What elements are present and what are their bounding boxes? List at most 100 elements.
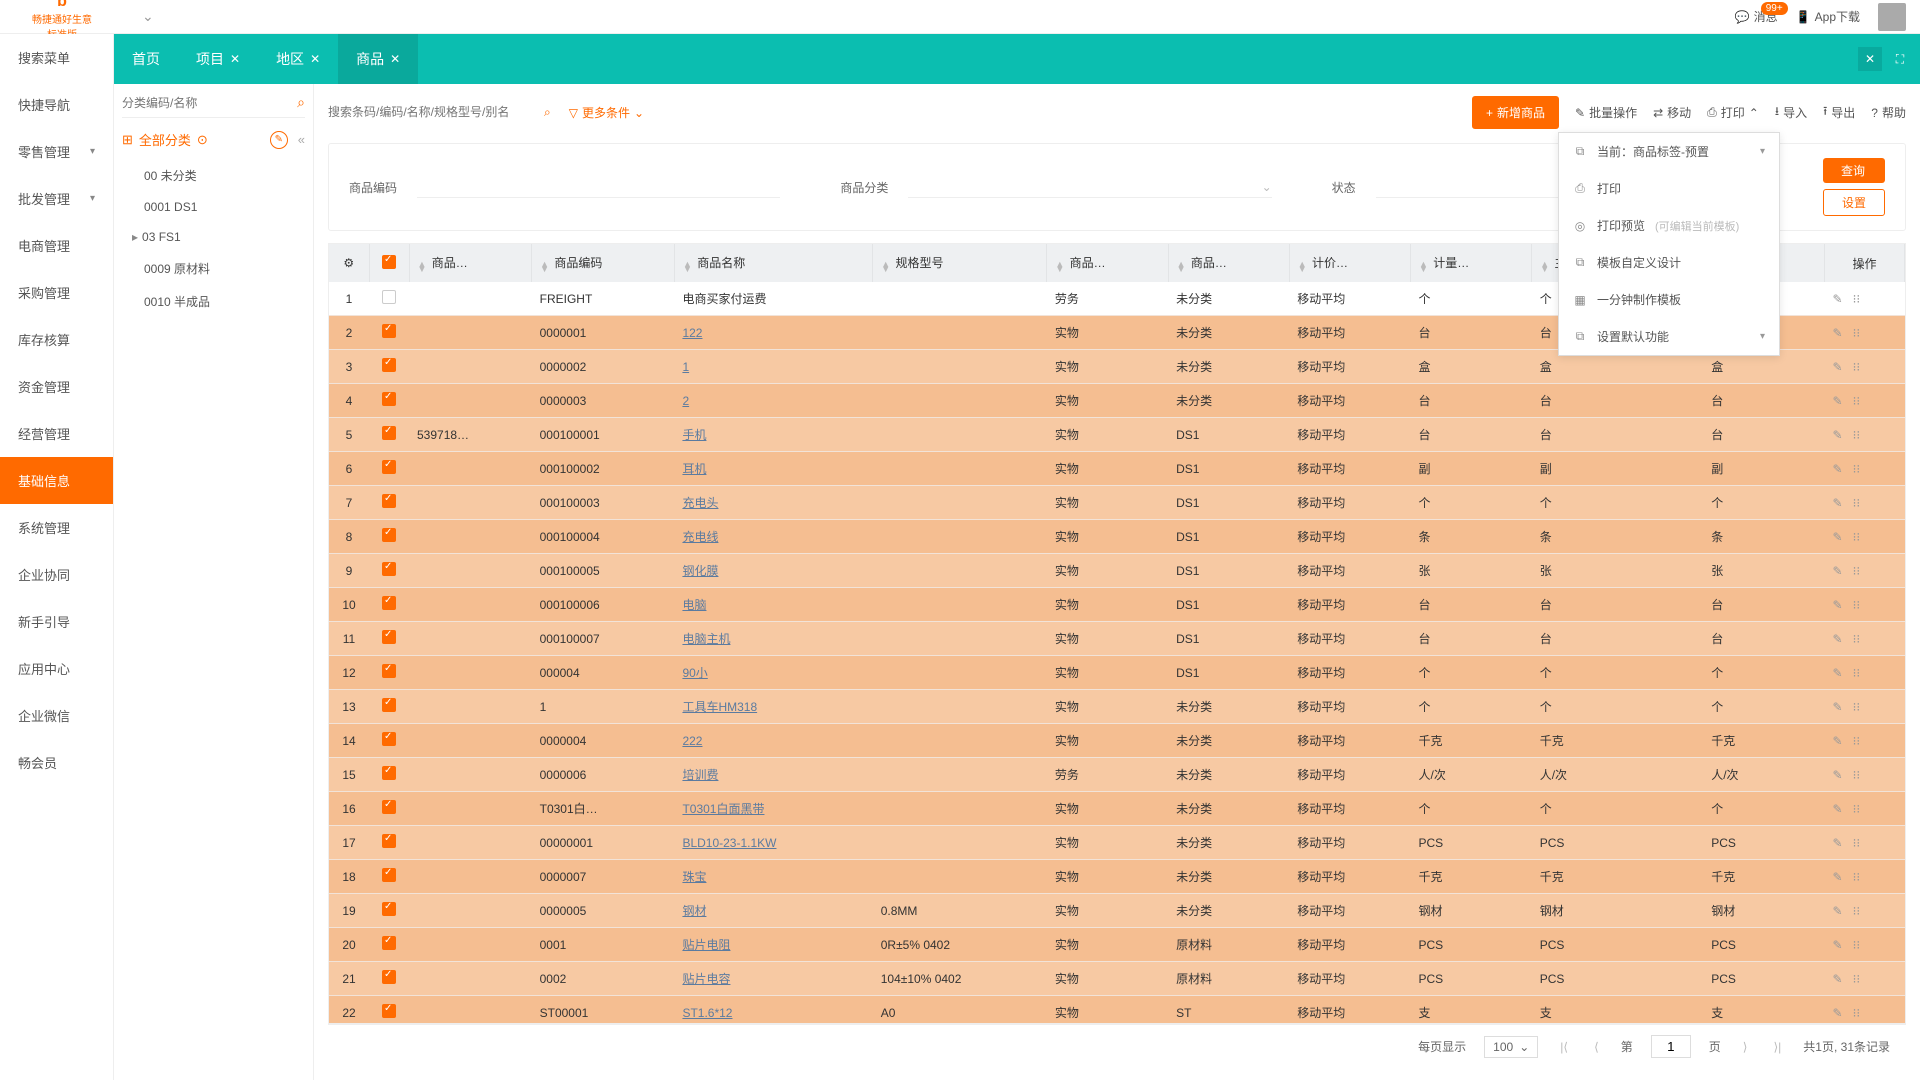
column-header[interactable]: ▲▼ 商品… (1047, 244, 1168, 282)
filter-code-input[interactable] (417, 176, 780, 198)
messages-button[interactable]: 💬 消息 99+ (1735, 8, 1778, 25)
tree-item[interactable]: 0010 半成品 (122, 285, 305, 318)
collapse-panel-button[interactable]: « (298, 132, 305, 147)
more-row-button[interactable]: ⁝⁝ (1853, 870, 1861, 884)
more-row-button[interactable]: ⁝⁝ (1853, 462, 1861, 476)
product-name-link[interactable]: 培训费 (682, 768, 718, 782)
nav-item[interactable]: 库存核算 (0, 316, 113, 363)
export-button[interactable]: ⭱导出 (1823, 102, 1855, 123)
company-selector[interactable]: ⌄ (134, 8, 154, 25)
row-checkbox[interactable] (382, 698, 396, 712)
column-header[interactable]: ▲▼ 计价… (1289, 244, 1410, 282)
sort-icon[interactable]: ▲▼ (418, 262, 427, 272)
pager-first[interactable]: |⟨ (1556, 1040, 1572, 1054)
tree-item[interactable]: 00 未分类 (122, 159, 305, 192)
table-row[interactable]: 210002贴片电容104±10% 0402实物原材料移动平均PCSPCSPCS… (329, 962, 1905, 996)
edit-row-button[interactable]: ✎ (1833, 360, 1843, 374)
more-row-button[interactable]: ⁝⁝ (1853, 326, 1861, 340)
tab[interactable]: 项目✕ (178, 34, 258, 84)
tab[interactable]: 商品✕ (338, 34, 418, 84)
nav-item[interactable]: 零售管理▾ (0, 128, 113, 175)
edit-row-button[interactable]: ✎ (1833, 734, 1843, 748)
row-checkbox[interactable] (382, 970, 396, 984)
edit-row-button[interactable]: ✎ (1833, 870, 1843, 884)
row-checkbox[interactable] (382, 902, 396, 916)
edit-category-button[interactable]: ✎ (270, 131, 288, 149)
page-input[interactable] (1651, 1035, 1691, 1058)
add-product-button[interactable]: + 新增商品 (1472, 96, 1559, 129)
row-checkbox[interactable] (382, 324, 396, 338)
row-checkbox[interactable] (382, 290, 396, 304)
dropdown-item[interactable]: ⎙打印 (1559, 170, 1779, 207)
row-checkbox[interactable] (382, 766, 396, 780)
nav-item[interactable]: 采购管理 (0, 269, 113, 316)
table-row[interactable]: 16T0301白…T0301白面黑带实物未分类移动平均个个个✎⁝⁝ (329, 792, 1905, 826)
move-button[interactable]: ⇄移动 (1653, 104, 1691, 121)
sort-icon[interactable]: ▲▼ (1298, 262, 1307, 272)
nav-item[interactable]: 批发管理▾ (0, 175, 113, 222)
product-name-link[interactable]: 90小 (682, 666, 707, 680)
edit-row-button[interactable]: ✎ (1833, 802, 1843, 816)
more-row-button[interactable]: ⁝⁝ (1853, 768, 1861, 782)
row-checkbox[interactable] (382, 936, 396, 950)
edit-row-button[interactable]: ✎ (1833, 1006, 1843, 1020)
product-name-link[interactable]: 钢化膜 (682, 564, 718, 578)
row-checkbox[interactable] (382, 528, 396, 542)
nav-item[interactable]: 基础信息 (0, 457, 113, 504)
product-name-link[interactable]: 手机 (682, 428, 706, 442)
fullscreen-button[interactable]: ⛶ (1888, 47, 1912, 71)
edit-row-button[interactable]: ✎ (1833, 564, 1843, 578)
row-checkbox[interactable] (382, 562, 396, 576)
edit-row-button[interactable]: ✎ (1833, 428, 1843, 442)
sort-icon[interactable]: ▲▼ (1419, 262, 1428, 272)
user-menu[interactable] (1878, 3, 1910, 31)
product-search-input[interactable] (328, 105, 538, 120)
row-checkbox[interactable] (382, 868, 396, 882)
edit-row-button[interactable]: ✎ (1833, 326, 1843, 340)
table-row[interactable]: 11000100007电脑主机实物DS1移动平均台台台✎⁝⁝ (329, 622, 1905, 656)
column-header[interactable]: ⚙ (329, 244, 369, 282)
nav-item[interactable]: 搜索菜单 (0, 34, 113, 81)
product-name-link[interactable]: BLD10-23-1.1KW (682, 836, 776, 850)
search-icon[interactable]: ⌕ (297, 94, 305, 111)
table-row[interactable]: 150000006培训费劳务未分类移动平均人/次人/次人/次✎⁝⁝ (329, 758, 1905, 792)
product-name-link[interactable]: 珠宝 (682, 870, 706, 884)
pager-next[interactable]: ⟩ (1739, 1040, 1752, 1054)
more-row-button[interactable]: ⁝⁝ (1853, 1006, 1861, 1020)
import-button[interactable]: ⭳导入 (1775, 102, 1807, 123)
table-row[interactable]: 10000100006电脑实物DS1移动平均台台台✎⁝⁝ (329, 588, 1905, 622)
nav-item[interactable]: 电商管理 (0, 222, 113, 269)
sort-icon[interactable]: ▲▼ (881, 262, 890, 272)
product-name-link[interactable]: T0301白面黑带 (682, 802, 764, 816)
sort-icon[interactable]: ▲▼ (1177, 262, 1186, 272)
more-row-button[interactable]: ⁝⁝ (1853, 530, 1861, 544)
more-row-button[interactable]: ⁝⁝ (1853, 394, 1861, 408)
gear-icon[interactable]: ⚙ (343, 256, 354, 270)
help-button[interactable]: ?帮助 (1871, 104, 1906, 121)
column-header[interactable]: ▲▼ 规格型号 (873, 244, 1047, 282)
app-download-button[interactable]: 📱 App下载 (1796, 8, 1860, 25)
nav-item[interactable]: 资金管理 (0, 363, 113, 410)
edit-row-button[interactable]: ✎ (1833, 530, 1843, 544)
row-checkbox[interactable] (382, 460, 396, 474)
column-header[interactable]: 操作 (1825, 244, 1905, 282)
table-row[interactable]: 1200000490小实物DS1移动平均个个个✎⁝⁝ (329, 656, 1905, 690)
more-row-button[interactable]: ⁝⁝ (1853, 598, 1861, 612)
product-name-link[interactable]: 1 (682, 360, 689, 374)
table-row[interactable]: 131工具车HM318实物未分类移动平均个个个✎⁝⁝ (329, 690, 1905, 724)
more-row-button[interactable]: ⁝⁝ (1853, 360, 1861, 374)
table-row[interactable]: 400000032实物未分类移动平均台台台✎⁝⁝ (329, 384, 1905, 418)
row-checkbox[interactable] (382, 596, 396, 610)
pager-last[interactable]: ⟩| (1769, 1040, 1785, 1054)
nav-item[interactable]: 企业协同 (0, 551, 113, 598)
row-checkbox[interactable] (382, 358, 396, 372)
sort-icon[interactable]: ▲▼ (1540, 262, 1549, 272)
product-name-link[interactable]: 耳机 (682, 462, 706, 476)
row-checkbox[interactable] (382, 834, 396, 848)
edit-row-button[interactable]: ✎ (1833, 394, 1843, 408)
table-row[interactable]: 7000100003充电头实物DS1移动平均个个个✎⁝⁝ (329, 486, 1905, 520)
filter-cat-select[interactable]: ⌄ (908, 176, 1271, 198)
table-row[interactable]: 8000100004充电线实物DS1移动平均条条条✎⁝⁝ (329, 520, 1905, 554)
nav-item[interactable]: 系统管理 (0, 504, 113, 551)
product-name-link[interactable]: 122 (682, 326, 702, 340)
